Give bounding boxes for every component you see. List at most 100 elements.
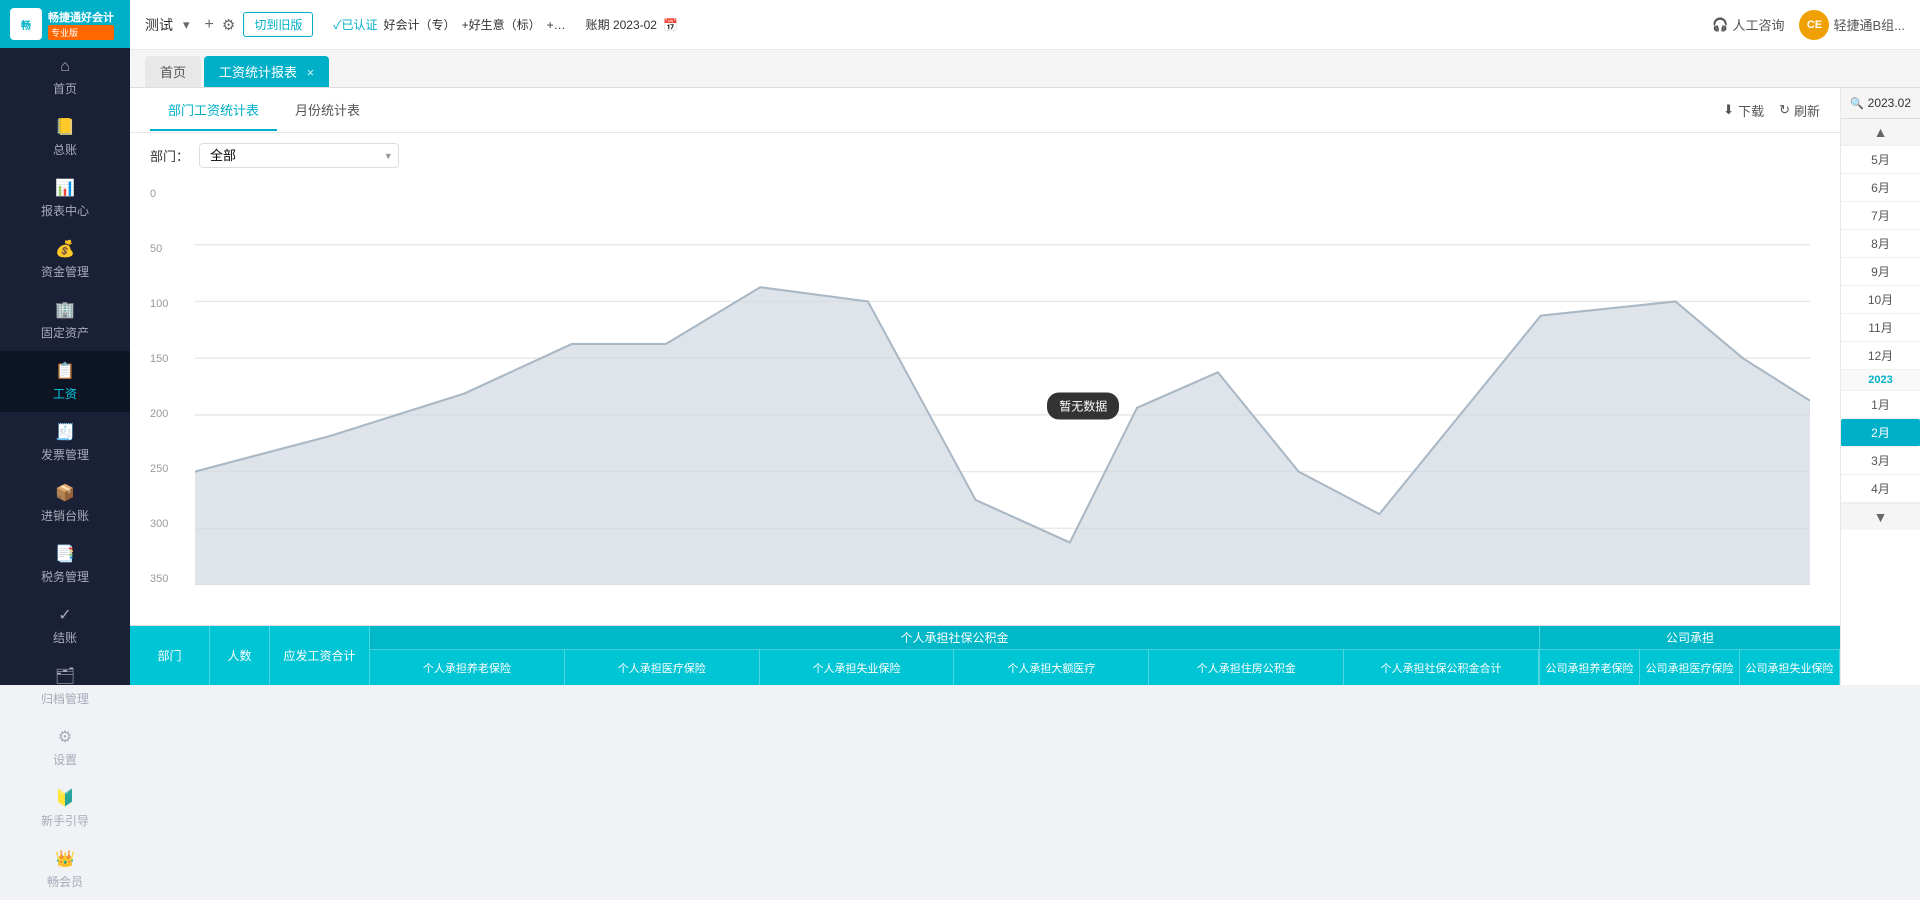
- date-month-5[interactable]: 5月: [1841, 146, 1920, 174]
- date-month-7[interactable]: 7月: [1841, 202, 1920, 230]
- sidebar-item-settings[interactable]: ⚙ 设置: [0, 717, 130, 778]
- sidebar-item-guide[interactable]: 🔰 新手引导: [0, 778, 130, 839]
- sub-tab-bar: 部门工资统计表 月份统计表 ⬇ 下载 ↻ 刷新: [130, 88, 1840, 133]
- date-month-11[interactable]: 11月: [1841, 314, 1920, 342]
- sidebar-label-archive: 归档管理: [41, 690, 89, 707]
- sidebar-label-guide: 新手引导: [41, 812, 89, 829]
- date-year-2023: 2023: [1841, 370, 1920, 391]
- sidebar-items: ⌂ 首页 📒 总账 📊 报表中心 💰 资金管理 🏢 固定资产 📋 工资 🧾 发票…: [0, 48, 130, 900]
- chart-container: 350 300 250 200 150 100 50 0: [150, 188, 1820, 615]
- sidebar-label-home: 首页: [53, 80, 77, 97]
- sidebar-item-assets[interactable]: 🏢 固定资产: [0, 290, 130, 351]
- status-good-biz: +好生意（标）: [462, 16, 541, 33]
- th-group-company-title: 公司承担: [1540, 626, 1840, 650]
- date-month-1[interactable]: 1月: [1841, 391, 1920, 419]
- content-area: 部门工资统计表 月份统计表 ⬇ 下载 ↻ 刷新 部门：: [130, 88, 1920, 685]
- main-panel: 部门工资统计表 月份统计表 ⬇ 下载 ↻ 刷新 部门：: [130, 88, 1840, 685]
- date-filter-icon: 🔍: [1850, 97, 1864, 110]
- sidebar-label-settings: 设置: [53, 751, 77, 768]
- tab-home[interactable]: 首页: [145, 56, 201, 87]
- chart-svg: [195, 188, 1810, 585]
- sidebar-item-funds[interactable]: 💰 资金管理: [0, 229, 130, 290]
- home-icon: ⌂: [60, 58, 70, 76]
- gear-icon[interactable]: ⚙: [222, 16, 235, 34]
- th-人数: 人数: [210, 626, 270, 685]
- sidebar-item-invoice[interactable]: 🧾 发票管理: [0, 412, 130, 473]
- download-icon: ⬇: [1723, 102, 1734, 118]
- date-month-8[interactable]: 8月: [1841, 230, 1920, 258]
- filter-bar: 部门： 全部 部门1 部门2 ▾: [130, 133, 1840, 178]
- date-month-12[interactable]: 12月: [1841, 342, 1920, 370]
- download-btn[interactable]: ⬇ 下载: [1723, 101, 1764, 120]
- th-公司承担医疗保险: 公司承担医疗保险: [1640, 650, 1740, 685]
- add-icon[interactable]: +: [205, 16, 214, 34]
- sales-icon: 📦: [55, 483, 75, 503]
- date-month-9[interactable]: 9月: [1841, 258, 1920, 286]
- topbar-dropdown-arrow[interactable]: ▾: [183, 17, 190, 33]
- date-nav-down: ▼: [1841, 503, 1920, 530]
- date-month-4[interactable]: 4月: [1841, 475, 1920, 503]
- sidebar-item-salary[interactable]: 📋 工资: [0, 351, 130, 412]
- sub-tab-dept[interactable]: 部门工资统计表: [150, 90, 277, 131]
- date-month-3[interactable]: 3月: [1841, 447, 1920, 475]
- table-header: 部门人数应发工资合计个人承担社保公积金个人承担养老保险个人承担医疗保险个人承担失…: [130, 625, 1840, 685]
- settings-icon: ⚙: [58, 727, 72, 747]
- user-menu[interactable]: CE 轻捷通B组...: [1799, 10, 1905, 40]
- funds-icon: 💰: [55, 239, 75, 259]
- avatar: CE: [1799, 10, 1829, 40]
- sidebar-item-archive[interactable]: 🗂 归档管理: [0, 656, 130, 717]
- th-个人承担大额医疗: 个人承担大额医疗: [954, 650, 1149, 685]
- reports-icon: 📊: [55, 178, 75, 198]
- th-group-company: 公司承担公司承担养老保险公司承担医疗保险公司承担失业保险: [1540, 626, 1840, 685]
- sidebar-label-invoice: 发票管理: [41, 446, 89, 463]
- sidebar-item-tax[interactable]: 📑 税务管理: [0, 534, 130, 595]
- sub-tab-monthly[interactable]: 月份统计表: [277, 90, 378, 131]
- th-公司承担失业保险: 公司承担失业保险: [1740, 650, 1840, 685]
- date-down-btn[interactable]: ▼: [1868, 507, 1894, 527]
- closing-icon: ✓: [58, 605, 71, 625]
- sidebar-item-ledger[interactable]: 📒 总账: [0, 107, 130, 168]
- th-个人承担住房公积金: 个人承担住房公积金: [1149, 650, 1344, 685]
- th-部门: 部门: [130, 626, 210, 685]
- sidebar-item-vip[interactable]: 👑 畅会员: [0, 839, 130, 900]
- date-month-10[interactable]: 10月: [1841, 286, 1920, 314]
- status-more: +…: [547, 18, 566, 32]
- ai-consult-btn[interactable]: 🎧 人工咨询: [1712, 15, 1784, 34]
- right-date-panel: 🔍 2023.02 ▲ 5月 6月 7月 8月 9月 10月 11月 12月 2…: [1840, 88, 1920, 685]
- main-area: 测试 ▾ + ⚙ 切到旧版 ✓已认证 好会计（专） +好生意（标） +… 账期 …: [130, 0, 1920, 685]
- sidebar-label-assets: 固定资产: [41, 324, 89, 341]
- tab-close-icon[interactable]: ×: [307, 65, 315, 80]
- date-month-2-active[interactable]: 2月: [1841, 419, 1920, 447]
- refresh-btn[interactable]: ↻ 刷新: [1779, 101, 1820, 120]
- tab-salary-report[interactable]: 工资统计报表 ×: [204, 56, 329, 87]
- archive-icon: 🗂: [55, 666, 75, 686]
- date-month-6[interactable]: 6月: [1841, 174, 1920, 202]
- sidebar-label-ledger: 总账: [53, 141, 77, 158]
- assets-icon: 🏢: [55, 300, 75, 320]
- topbar-status: ✓已认证 好会计（专） +好生意（标） +…: [333, 16, 565, 33]
- sidebar-item-reports[interactable]: 📊 报表中心: [0, 168, 130, 229]
- chart-inner: 暂无数据: [195, 188, 1810, 585]
- sidebar-label-vip: 畅会员: [47, 873, 83, 890]
- sidebar-item-sales[interactable]: 📦 进销台账: [0, 473, 130, 534]
- date-up-btn[interactable]: ▲: [1868, 122, 1894, 142]
- sidebar-label-tax: 税务管理: [41, 568, 89, 585]
- refresh-icon: ↻: [1779, 102, 1790, 118]
- th-个人承担医疗保险: 个人承担医疗保险: [565, 650, 760, 685]
- old-mode-button[interactable]: 切到旧版: [243, 12, 313, 37]
- sidebar-label-reports: 报表中心: [41, 202, 89, 219]
- th-个人承担社保公积金合计: 个人承担社保公积金合计: [1344, 650, 1539, 685]
- sidebar: 畅 畅捷通好会计 专业版 ⌂ 首页 📒 总账 📊 报表中心 💰 资金管理 🏢 固…: [0, 0, 130, 685]
- calendar-icon[interactable]: 📅: [663, 18, 678, 32]
- date-nav-up: ▲: [1841, 119, 1920, 146]
- topbar-actions: + ⚙ 切到旧版: [205, 12, 314, 37]
- dept-select[interactable]: 全部 部门1 部门2: [199, 143, 399, 168]
- ledger-icon: 📒: [55, 117, 75, 137]
- sidebar-item-closing[interactable]: ✓ 结账: [0, 595, 130, 656]
- status-certified: ✓已认证: [333, 16, 377, 33]
- date-header: 🔍 2023.02: [1841, 88, 1920, 119]
- sidebar-item-home[interactable]: ⌂ 首页: [0, 48, 130, 107]
- sidebar-label-sales: 进销台账: [41, 507, 89, 524]
- dept-filter-label: 部门：: [150, 146, 189, 165]
- topbar-period: 账期 2023-02 📅: [586, 16, 679, 33]
